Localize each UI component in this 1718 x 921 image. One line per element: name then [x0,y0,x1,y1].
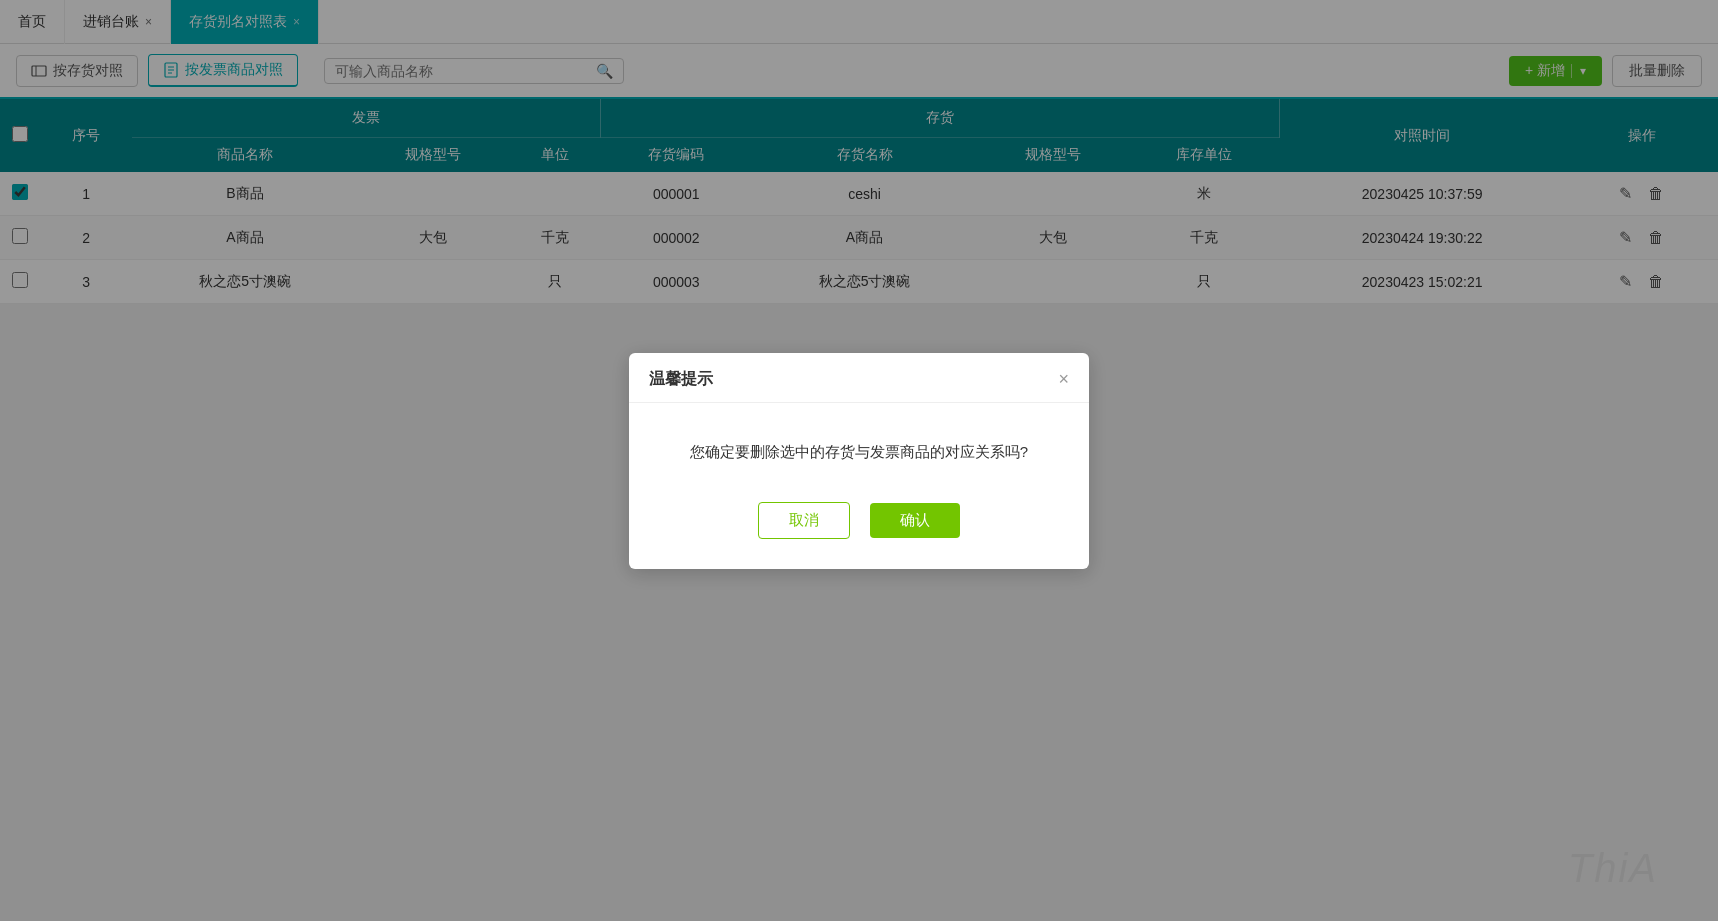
overlay: 温馨提示 × 您确定要删除选中的存货与发票商品的对应关系吗? 取消 确认 [0,0,1718,921]
dialog-message: 您确定要删除选中的存货与发票商品的对应关系吗? [690,443,1028,460]
dialog-header: 温馨提示 × [629,353,1089,403]
dialog-title: 温馨提示 [649,369,713,390]
dialog-confirm-button[interactable]: 确认 [870,503,960,538]
dialog-cancel-button[interactable]: 取消 [758,502,850,539]
dialog: 温馨提示 × 您确定要删除选中的存货与发票商品的对应关系吗? 取消 确认 [629,353,1089,569]
dialog-footer: 取消 确认 [629,492,1089,569]
dialog-body: 您确定要删除选中的存货与发票商品的对应关系吗? [629,403,1089,492]
dialog-close-button[interactable]: × [1058,370,1069,388]
